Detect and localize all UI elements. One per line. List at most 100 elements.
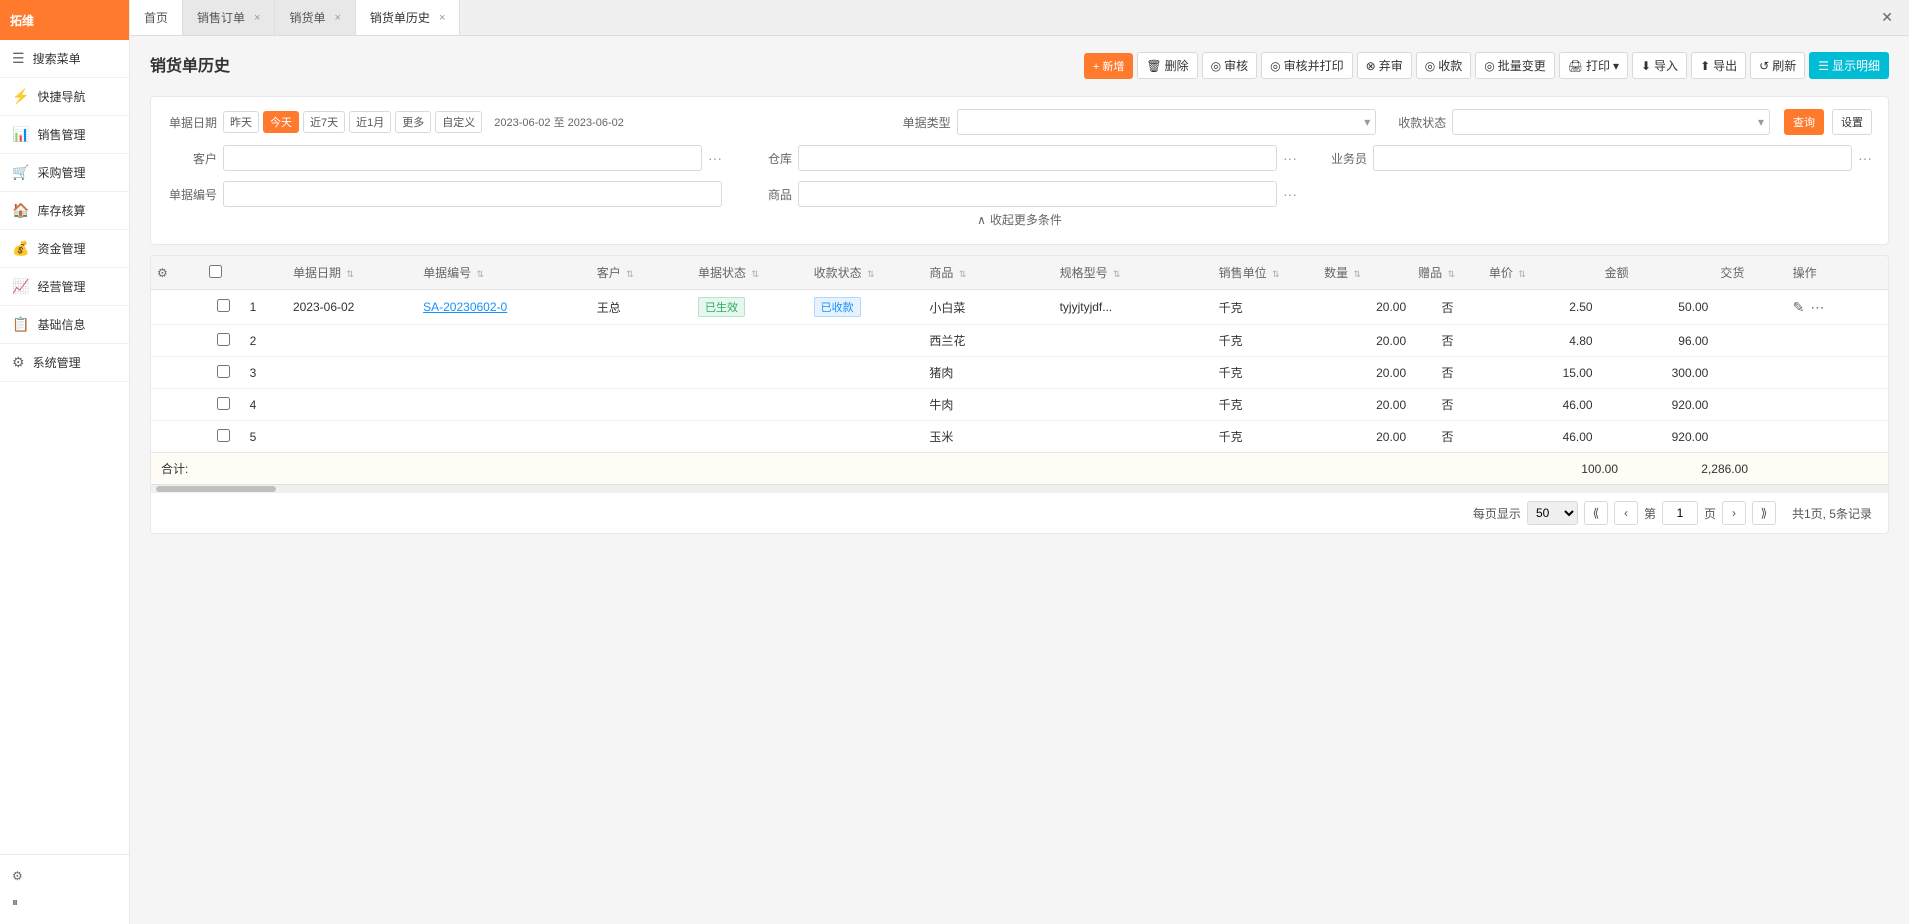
query-button[interactable]: 查询 (1784, 109, 1824, 135)
next-page-btn[interactable]: › (1722, 501, 1746, 525)
abandon-icon: ⊗ (1366, 59, 1376, 73)
more-action-icon[interactable]: ⋯ (1810, 299, 1824, 316)
sidebar-item-quick-nav-label: 快捷导航 (37, 88, 85, 105)
filter-customer-input[interactable] (223, 145, 702, 171)
row-checkbox-4[interactable] (217, 429, 230, 442)
warehouse-dots-icon[interactable]: ··· (1283, 150, 1297, 166)
refresh-button[interactable]: ↺ 刷新 (1750, 52, 1805, 79)
collect-icon: ◎ (1425, 59, 1435, 73)
th-customer[interactable]: 客户 ⇅ (591, 256, 692, 290)
tab-home[interactable]: 首页 (130, 0, 183, 35)
content-area: 销货单历史 + 新增 🗑 删除 ◎ 审核 ◎ 审核并打印 ⊗ 弃审 (130, 36, 1909, 924)
date-btn-7days[interactable]: 近7天 (303, 111, 345, 133)
tab-sales-delivery[interactable]: 销货单 × (275, 0, 355, 35)
sidebar-bottom-settings[interactable]: ⚙ (0, 863, 129, 889)
sidebar-item-purchase-mgmt[interactable]: 🛒 采购管理 (0, 154, 129, 192)
tab-sales-order[interactable]: 销售订单 × (183, 0, 275, 35)
date-btn-today[interactable]: 今天 (263, 111, 299, 133)
goods-dots-icon[interactable]: ··· (1283, 186, 1297, 202)
filter-salesperson-input[interactable] (1373, 145, 1852, 171)
sidebar-item-basic-info[interactable]: 📋 基础信息 (0, 306, 129, 344)
cell-check-4[interactable] (203, 421, 244, 453)
th-sn[interactable]: 单据编号 ⇅ (417, 256, 591, 290)
cell-unit-2: 千克 (1213, 357, 1318, 389)
row-checkbox-3[interactable] (217, 397, 230, 410)
cell-check-3[interactable] (203, 389, 244, 421)
filter-docno-input[interactable] (223, 181, 722, 207)
row-checkbox-2[interactable] (217, 365, 230, 378)
th-date[interactable]: 单据日期 ⇅ (287, 256, 417, 290)
abandon-button[interactable]: ⊗ 弃审 (1357, 52, 1412, 79)
sidebar-item-system[interactable]: ⚙ 系统管理 (0, 344, 129, 382)
cell-check-0[interactable] (203, 290, 244, 325)
sidebar-item-sales-mgmt[interactable]: 📊 销售管理 (0, 116, 129, 154)
sidebar-item-inventory[interactable]: 🏠 库存核算 (0, 192, 129, 230)
table-row: 5 玉米 千克 20.00 否 46.00 920.00 (151, 421, 1888, 453)
prev-page-btn[interactable]: ‹ (1614, 501, 1638, 525)
th-spec[interactable]: 规格型号 ⇅ (1054, 256, 1213, 290)
delete-button[interactable]: 🗑 删除 (1137, 52, 1197, 79)
sidebar-item-quick-nav[interactable]: ⚡ 快捷导航 (0, 78, 129, 116)
filter-warehouse-input[interactable] (798, 145, 1277, 171)
page-input[interactable] (1662, 501, 1698, 525)
tab-sales-history[interactable]: 销货单历史 × (356, 0, 460, 35)
per-page-select[interactable]: 50 20 100 (1527, 501, 1578, 525)
th-pay-status[interactable]: 收款状态 ⇅ (808, 256, 924, 290)
row-checkbox-0[interactable] (217, 299, 230, 312)
date-btn-yesterday[interactable]: 昨天 (223, 111, 259, 133)
new-button[interactable]: + 新增 (1084, 53, 1133, 79)
cell-trans-4 (1714, 421, 1786, 453)
cell-check-1[interactable] (203, 325, 244, 357)
tab-sales-order-close[interactable]: × (254, 12, 260, 24)
export-button[interactable]: ⬆ 导出 (1691, 52, 1746, 79)
filter-goods-input[interactable] (798, 181, 1277, 207)
edit-action-icon[interactable]: ✎ (1793, 299, 1805, 316)
operations-icon: 📈 (12, 278, 29, 295)
batch-change-button[interactable]: ◎ 批量变更 (1475, 52, 1555, 79)
th-unit[interactable]: 销售单位 ⇅ (1213, 256, 1318, 290)
th-qty[interactable]: 数量 ⇅ (1318, 256, 1412, 290)
sidebar-item-search-menu[interactable]: ☰ 搜索菜单 (0, 40, 129, 78)
cell-trans-1 (1714, 325, 1786, 357)
audit-button[interactable]: ◎ 审核 (1202, 52, 1258, 79)
last-page-btn[interactable]: ⟫ (1752, 501, 1776, 525)
select-all-checkbox[interactable] (209, 265, 222, 278)
row-checkbox-1[interactable] (217, 333, 230, 346)
first-page-btn[interactable]: ⟪ (1584, 501, 1608, 525)
date-btn-custom[interactable]: 自定义 (435, 111, 482, 133)
th-price[interactable]: 单价 ⇅ (1483, 256, 1599, 290)
th-doc-status[interactable]: 单据状态 ⇅ (692, 256, 808, 290)
sidebar-item-finance[interactable]: 💰 资金管理 (0, 230, 129, 268)
salesperson-dots-icon[interactable]: ··· (1858, 150, 1872, 166)
th-check[interactable] (203, 256, 244, 290)
sidebar-item-operations[interactable]: 📈 经营管理 (0, 268, 129, 306)
sidebar-bottom-pause[interactable]: ⏸ (0, 889, 129, 916)
filter-pay-status-select[interactable] (1452, 109, 1770, 135)
horizontal-scrollbar[interactable] (151, 484, 1888, 492)
window-close-btn[interactable]: ✕ (1875, 7, 1899, 28)
customer-dots-icon[interactable]: ··· (708, 150, 722, 166)
print-button[interactable]: 🖨 打印 ▾ (1559, 52, 1628, 79)
tab-sales-delivery-close[interactable]: × (334, 12, 340, 24)
filter-docno: 单据编号 (167, 181, 722, 207)
show-detail-button[interactable]: ☰ 显示明细 (1809, 52, 1889, 79)
cell-price-2: 15.00 (1483, 357, 1599, 389)
tab-sales-history-close[interactable]: × (439, 12, 445, 24)
th-gift[interactable]: 赠品 ⇅ (1412, 256, 1483, 290)
th-goods[interactable]: 商品 ⇅ (923, 256, 1053, 290)
collapse-filter-button[interactable]: ∧ 收起更多条件 (167, 207, 1872, 232)
import-button[interactable]: ⬇ 导入 (1632, 52, 1687, 79)
settings-button[interactable]: 设置 (1832, 109, 1872, 135)
date-btn-more[interactable]: 更多 (395, 111, 431, 133)
tab-bar: 首页 销售订单 × 销货单 × 销货单历史 × ✕ (130, 0, 1909, 36)
collect-button[interactable]: ◎ 收款 (1416, 52, 1472, 79)
cell-check-2[interactable] (203, 357, 244, 389)
cell-price-3: 46.00 (1483, 389, 1599, 421)
th-gear[interactable]: ⚙ (151, 256, 203, 290)
date-btn-1month[interactable]: 近1月 (349, 111, 391, 133)
audit-print-button[interactable]: ◎ 审核并打印 (1261, 52, 1353, 79)
doc-sn-link[interactable]: SA-20230602-0 (423, 300, 507, 314)
filter-doc-type-select[interactable] (957, 109, 1377, 135)
cell-date-1 (287, 325, 417, 357)
scroll-thumb[interactable] (156, 486, 276, 492)
